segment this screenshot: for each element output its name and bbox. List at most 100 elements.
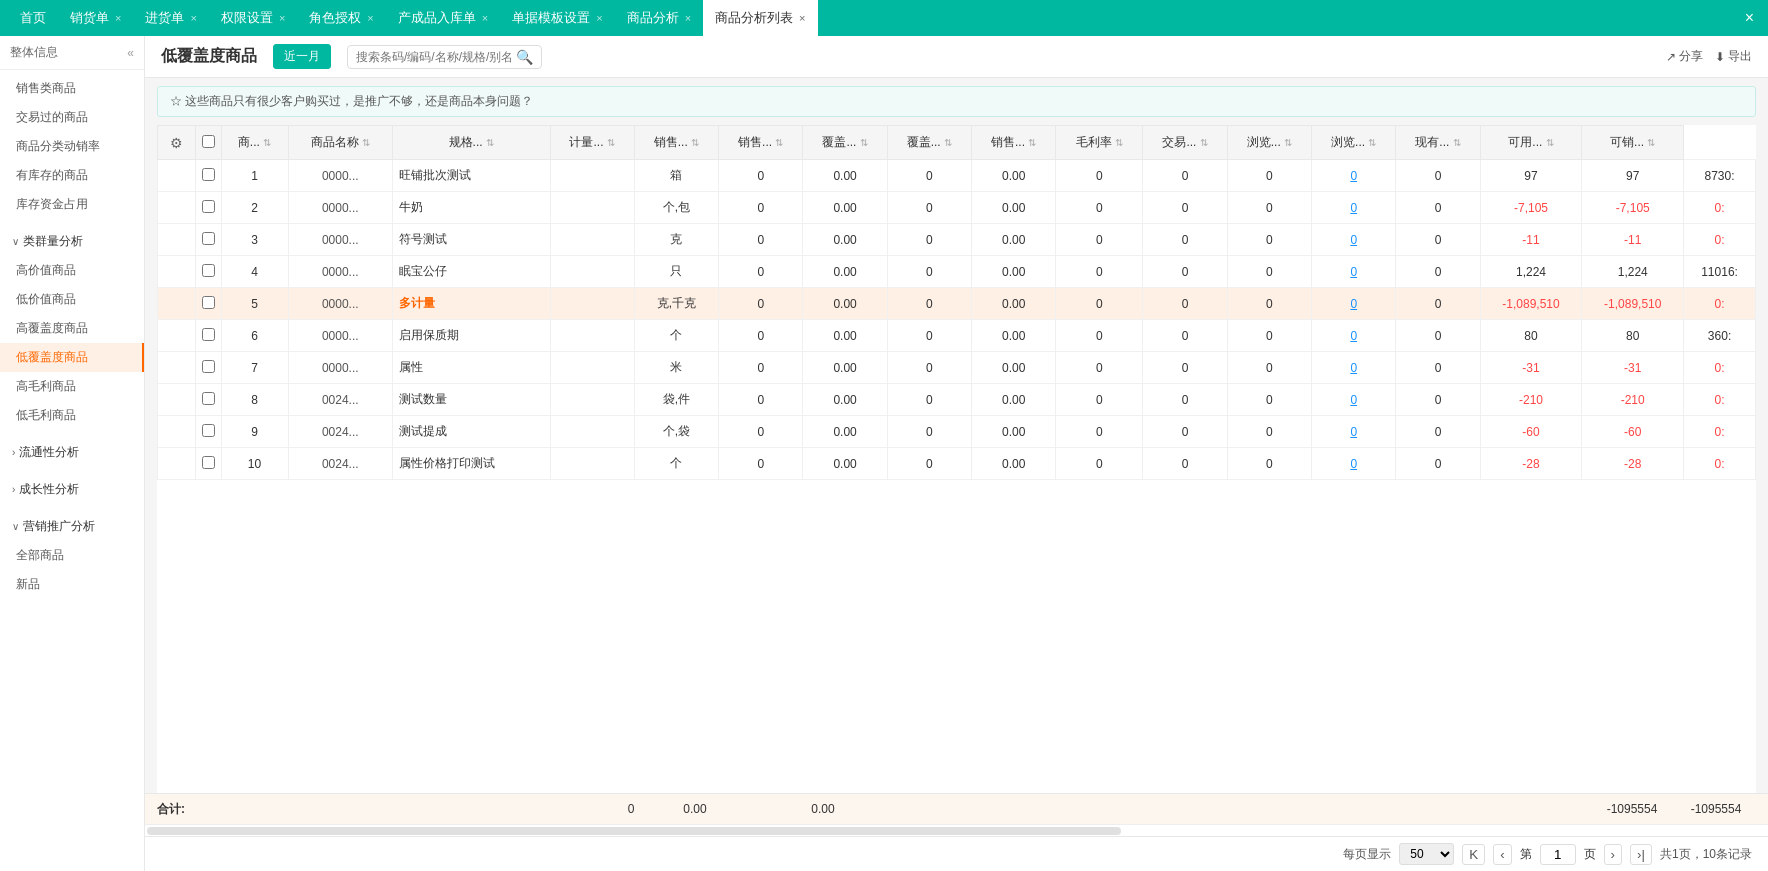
nav-purchase-close[interactable]: × [190, 12, 196, 24]
nav-permissions[interactable]: 权限设置 × [209, 0, 297, 36]
row-browse2: 0 [1396, 224, 1480, 256]
row-browse1[interactable]: 0 [1312, 416, 1396, 448]
row-browse1[interactable]: 0 [1312, 320, 1396, 352]
sidebar-item-all-products[interactable]: 全部商品 [0, 541, 144, 570]
sidebar-item-high-coverage[interactable]: 高覆盖度商品 [0, 314, 144, 343]
row-browse1[interactable]: 0 [1312, 352, 1396, 384]
sidebar-group-cluster-title[interactable]: ∨ 类群量分析 [0, 227, 144, 256]
share-button[interactable]: ↗ 分享 [1666, 48, 1703, 65]
row-checkbox[interactable] [202, 424, 215, 437]
row-checkbox[interactable] [202, 168, 215, 181]
row-checkbox[interactable] [202, 456, 215, 469]
last-page-button[interactable]: ›| [1630, 844, 1652, 865]
nav-template-close[interactable]: × [596, 12, 602, 24]
sidebar-item-new-products[interactable]: 新品 [0, 570, 144, 599]
row-checkbox[interactable] [202, 264, 215, 277]
row-checkbox[interactable] [202, 232, 215, 245]
row-cover1: 0 [887, 160, 971, 192]
row-browse1[interactable]: 0 [1312, 160, 1396, 192]
row-browse1[interactable]: 0 [1312, 448, 1396, 480]
row-checkbox-cell[interactable] [195, 352, 221, 384]
nav-role[interactable]: 角色授权 × [297, 0, 385, 36]
nav-template[interactable]: 单据模板设置 × [500, 0, 614, 36]
row-checkbox-cell[interactable] [195, 224, 221, 256]
nav-permissions-close[interactable]: × [279, 12, 285, 24]
row-unit: 个,袋 [634, 416, 718, 448]
period-button-month[interactable]: 近一月 [273, 44, 331, 69]
nav-product-entry[interactable]: 产成品入库单 × [386, 0, 500, 36]
row-sales3: 0 [1056, 224, 1143, 256]
page-input[interactable] [1540, 844, 1576, 865]
row-checkbox-cell[interactable] [195, 256, 221, 288]
sidebar-group-circulation-title[interactable]: › 流通性分析 [0, 438, 144, 467]
row-checkbox-cell[interactable] [195, 448, 221, 480]
row-cover1: 0 [887, 224, 971, 256]
row-browse1[interactable]: 0 [1312, 224, 1396, 256]
window-close-button[interactable]: × [1739, 7, 1760, 29]
sidebar-item-traded-products[interactable]: 交易过的商品 [0, 103, 144, 132]
row-checkbox-cell[interactable] [195, 320, 221, 352]
prev-page-button[interactable]: ‹ [1493, 844, 1511, 865]
sidebar-item-high-value[interactable]: 高价值商品 [0, 256, 144, 285]
row-browse1[interactable]: 0 [1312, 256, 1396, 288]
nav-product-entry-close[interactable]: × [482, 12, 488, 24]
row-trade: 0 [1227, 192, 1311, 224]
nav-sales[interactable]: 销货单 × [58, 0, 133, 36]
row-checkbox-cell[interactable] [195, 160, 221, 192]
first-page-button[interactable]: K [1462, 844, 1485, 865]
sidebar-item-high-margin[interactable]: 高毛利商品 [0, 372, 144, 401]
row-checkbox[interactable] [202, 328, 215, 341]
row-checkbox-cell[interactable] [195, 192, 221, 224]
row-cover1: 0 [887, 416, 971, 448]
row-checkbox[interactable] [202, 200, 215, 213]
search-icon[interactable]: 🔍 [516, 49, 533, 65]
nav-product-analysis-close[interactable]: × [685, 12, 691, 24]
row-browse1[interactable]: 0 [1312, 192, 1396, 224]
row-code: 0000... [288, 224, 393, 256]
nav-home[interactable]: 首页 [8, 0, 58, 36]
nav-product-analysis-list[interactable]: 商品分析列表 × [703, 0, 817, 36]
sidebar-item-category-rate[interactable]: 商品分类动销率 [0, 132, 144, 161]
nav-product-analysis-list-close[interactable]: × [799, 12, 805, 24]
nav-role-close[interactable]: × [367, 12, 373, 24]
row-browse1[interactable]: 0 [1312, 384, 1396, 416]
checkbox-column-header[interactable] [195, 126, 221, 160]
table-row: 2 0000... 牛奶 个,包 0 0.00 0 0.00 0 0 0 0 0… [158, 192, 1756, 224]
row-sales3: 0 [1056, 448, 1143, 480]
sidebar-item-inventory-fund[interactable]: 库存资金占用 [0, 190, 144, 219]
nav-sales-close[interactable]: × [115, 12, 121, 24]
sidebar-header[interactable]: 整体信息 « [0, 36, 144, 70]
row-checkbox[interactable] [202, 392, 215, 405]
sidebar-item-stocked-products[interactable]: 有库存的商品 [0, 161, 144, 190]
row-sales3: 0 [1056, 320, 1143, 352]
nav-product-analysis[interactable]: 商品分析 × [615, 0, 703, 36]
row-gross-rate: 0 [1143, 384, 1227, 416]
sidebar-group-growth-title[interactable]: › 成长性分析 [0, 475, 144, 504]
sidebar-item-low-value[interactable]: 低价值商品 [0, 285, 144, 314]
row-checkbox[interactable] [202, 360, 215, 373]
row-checkbox-cell[interactable] [195, 416, 221, 448]
row-unit: 克,千克 [634, 288, 718, 320]
gear-column-header[interactable]: ⚙ [158, 126, 196, 160]
select-all-checkbox[interactable] [202, 135, 215, 148]
sidebar-item-low-margin[interactable]: 低毛利商品 [0, 401, 144, 430]
next-page-button[interactable]: › [1604, 844, 1622, 865]
search-input[interactable] [356, 50, 516, 64]
row-cover2: 0.00 [972, 288, 1056, 320]
sidebar-group-marketing-title[interactable]: ∨ 营销推广分析 [0, 512, 144, 541]
row-browse1[interactable]: 0 [1312, 288, 1396, 320]
row-trade: 0 [1227, 416, 1311, 448]
export-button[interactable]: ⬇ 导出 [1715, 48, 1752, 65]
row-checkbox-cell[interactable] [195, 384, 221, 416]
nav-purchase[interactable]: 进货单 × [133, 0, 208, 36]
sidebar-item-sales-products[interactable]: 销售类商品 [0, 74, 144, 103]
row-code: 0000... [288, 352, 393, 384]
sidebar-item-low-coverage[interactable]: 低覆盖度商品 [0, 343, 144, 372]
page-size-select[interactable]: 50 100 200 [1399, 843, 1454, 865]
row-checkbox-cell[interactable] [195, 288, 221, 320]
sidebar-collapse-icon[interactable]: « [127, 46, 134, 60]
row-unit: 箱 [634, 160, 718, 192]
row-no: 2 [221, 192, 288, 224]
footer-label: 合计: [157, 801, 217, 818]
row-checkbox[interactable] [202, 296, 215, 309]
